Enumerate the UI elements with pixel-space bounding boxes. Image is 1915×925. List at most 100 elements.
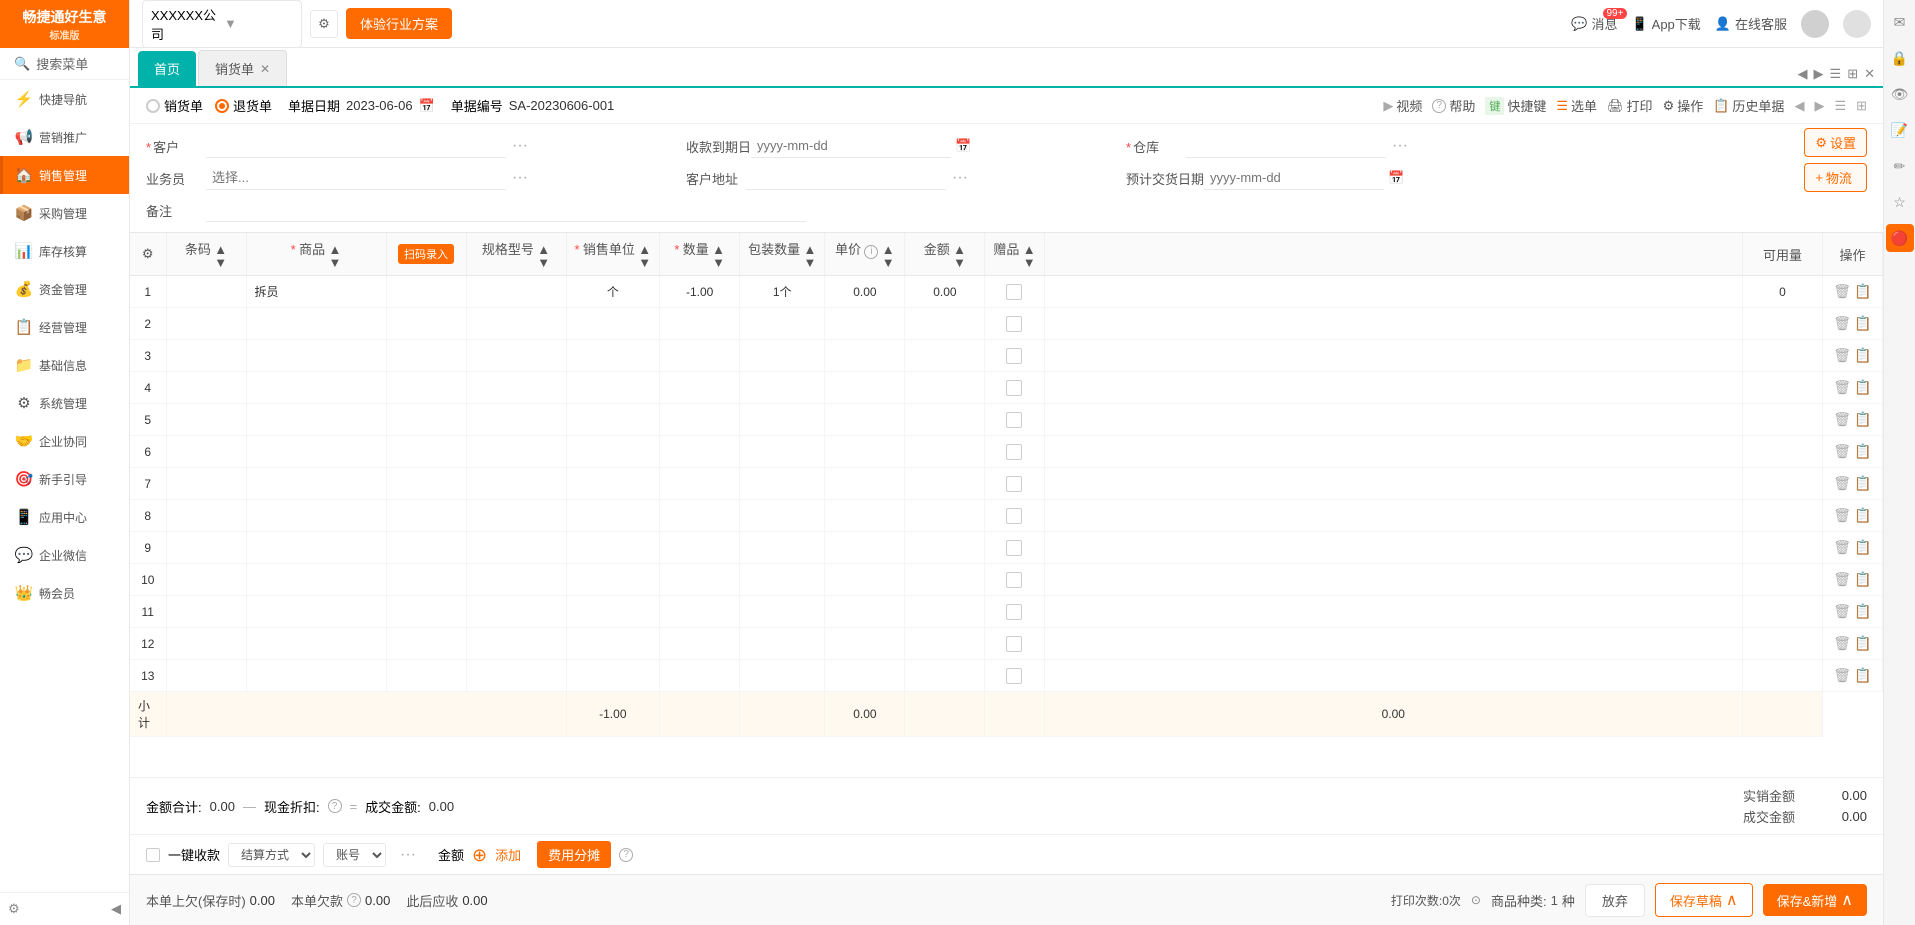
right-panel-note[interactable]: 📝 bbox=[1886, 116, 1914, 144]
abandon-button[interactable]: 放弃 bbox=[1585, 884, 1645, 917]
user-avatar[interactable] bbox=[1801, 10, 1829, 38]
copy-icon-7[interactable]: 📋 bbox=[1854, 475, 1871, 491]
cell-gift-12[interactable] bbox=[985, 628, 1044, 660]
owing-info-icon[interactable]: ? bbox=[347, 893, 361, 907]
gift-checkbox-3[interactable] bbox=[1006, 348, 1022, 364]
warehouse-input[interactable]: 建材仓 bbox=[1186, 134, 1386, 158]
tab-view-grid[interactable]: ⊞ bbox=[1847, 66, 1858, 82]
cell-barcode-13[interactable] bbox=[166, 660, 246, 692]
salesperson-dots[interactable]: ··· bbox=[506, 169, 534, 187]
cell-goods-6[interactable] bbox=[246, 436, 386, 468]
cell-qty-11[interactable] bbox=[660, 596, 740, 628]
gift-checkbox-5[interactable] bbox=[1006, 412, 1022, 428]
amount-sort[interactable]: ▲▼ bbox=[953, 243, 966, 269]
due-date-calendar-icon[interactable]: 📅 bbox=[951, 138, 975, 154]
cell-amount-12[interactable] bbox=[905, 628, 985, 660]
cell-qty-6[interactable] bbox=[660, 436, 740, 468]
copy-icon-9[interactable]: 📋 bbox=[1854, 539, 1871, 555]
cell-unit-13[interactable] bbox=[566, 660, 660, 692]
tab-sales-order[interactable]: 销货单 ✕ bbox=[198, 50, 287, 86]
view-grid-icon[interactable]: ⊞ bbox=[1856, 98, 1867, 114]
copy-icon-2[interactable]: 📋 bbox=[1854, 315, 1871, 331]
cell-price-3[interactable] bbox=[825, 340, 905, 372]
cell-barcode-1[interactable] bbox=[166, 276, 246, 308]
cell-spec-1[interactable] bbox=[466, 276, 566, 308]
remarks-input[interactable] bbox=[206, 198, 806, 222]
cell-spec-5[interactable] bbox=[466, 404, 566, 436]
cell-spec-9[interactable] bbox=[466, 532, 566, 564]
cell-spec-6[interactable] bbox=[466, 436, 566, 468]
message-button[interactable]: 💬 消息 99+ bbox=[1571, 14, 1617, 33]
cell-unit-11[interactable] bbox=[566, 596, 660, 628]
cell-barcode-6[interactable] bbox=[166, 436, 246, 468]
cell-price-1[interactable]: 0.00 bbox=[825, 276, 905, 308]
discount-info-icon[interactable]: ? bbox=[328, 799, 342, 813]
cell-qty-3[interactable] bbox=[660, 340, 740, 372]
right-panel-lock[interactable]: 🔒 bbox=[1886, 44, 1914, 72]
cell-price-5[interactable] bbox=[825, 404, 905, 436]
cell-qty-7[interactable] bbox=[660, 468, 740, 500]
cell-spec-13[interactable] bbox=[466, 660, 566, 692]
one-click-checkbox[interactable] bbox=[146, 848, 160, 862]
cell-gift-1[interactable] bbox=[985, 276, 1044, 308]
cell-amount-3[interactable] bbox=[905, 340, 985, 372]
cell-spec-11[interactable] bbox=[466, 596, 566, 628]
cell-pkg-7[interactable] bbox=[740, 468, 825, 500]
payment-method-select[interactable]: 结算方式 bbox=[228, 843, 315, 867]
app-download-button[interactable]: 📱 App下载 bbox=[1631, 14, 1700, 33]
copy-icon-11[interactable]: 📋 bbox=[1854, 603, 1871, 619]
tab-close-all[interactable]: ✕ bbox=[1864, 66, 1875, 82]
cell-price-8[interactable] bbox=[825, 500, 905, 532]
cell-pkg-10[interactable] bbox=[740, 564, 825, 596]
cell-amount-11[interactable] bbox=[905, 596, 985, 628]
sidebar-item-system[interactable]: ⚙ 系统管理 bbox=[0, 384, 129, 422]
cell-qty-13[interactable] bbox=[660, 660, 740, 692]
action-print[interactable]: 🖨 打印 bbox=[1607, 96, 1653, 115]
th-settings[interactable]: ⚙ bbox=[130, 233, 166, 276]
sidebar-item-operations[interactable]: 📋 经营管理 bbox=[0, 308, 129, 346]
right-panel-edit[interactable]: ✏ bbox=[1886, 152, 1914, 180]
action-shortcuts[interactable]: 键 快捷键 bbox=[1485, 96, 1546, 115]
cell-pkg-8[interactable] bbox=[740, 500, 825, 532]
cell-pkg-4[interactable] bbox=[740, 372, 825, 404]
copy-icon-12[interactable]: 📋 bbox=[1854, 635, 1871, 651]
cell-price-12[interactable] bbox=[825, 628, 905, 660]
online-service-button[interactable]: 👤 在线客服 bbox=[1715, 14, 1787, 33]
expense-split-button[interactable]: 费用分摊 bbox=[537, 841, 611, 868]
gift-checkbox-7[interactable] bbox=[1006, 476, 1022, 492]
action-operation[interactable]: ⚙ 操作 bbox=[1663, 96, 1704, 115]
cell-qty-10[interactable] bbox=[660, 564, 740, 596]
company-selector[interactable]: XXXXXX公司 ▼ bbox=[142, 0, 302, 48]
cell-price-11[interactable] bbox=[825, 596, 905, 628]
save-new-button[interactable]: 保存&新增 ∧ bbox=[1763, 884, 1867, 916]
price-info-icon[interactable]: i bbox=[864, 245, 878, 259]
cell-amount-8[interactable] bbox=[905, 500, 985, 532]
save-draft-button[interactable]: 保存草稿 ∧ bbox=[1655, 883, 1753, 917]
view-list-icon[interactable]: ☰ bbox=[1834, 98, 1846, 114]
payment-account-select[interactable]: 账号 bbox=[323, 843, 386, 867]
cell-pkg-11[interactable] bbox=[740, 596, 825, 628]
delete-icon-10[interactable]: 🗑 bbox=[1833, 571, 1851, 587]
cell-price-10[interactable] bbox=[825, 564, 905, 596]
cell-amount-2[interactable] bbox=[905, 308, 985, 340]
cell-spec-2[interactable] bbox=[466, 308, 566, 340]
cell-barcode-9[interactable] bbox=[166, 532, 246, 564]
barcode-sort[interactable]: ▲▼ bbox=[214, 243, 227, 269]
delete-icon-7[interactable]: 🗑 bbox=[1833, 475, 1851, 491]
tab-home[interactable]: 首页 bbox=[138, 51, 196, 86]
sidebar-item-quick-nav[interactable]: ⚡ 快捷导航 bbox=[0, 80, 129, 118]
action-select[interactable]: ☰ 选单 bbox=[1556, 96, 1597, 115]
cell-barcode-10[interactable] bbox=[166, 564, 246, 596]
cell-unit-5[interactable] bbox=[566, 404, 660, 436]
cell-qty-5[interactable] bbox=[660, 404, 740, 436]
delivery-date-input[interactable] bbox=[1204, 166, 1384, 190]
sidebar-item-apps[interactable]: 📱 应用中心 bbox=[0, 498, 129, 536]
user-avatar2[interactable] bbox=[1843, 10, 1871, 38]
radio-goods-type[interactable]: ⊙ bbox=[1471, 893, 1481, 907]
delete-icon-8[interactable]: 🗑 bbox=[1833, 507, 1851, 523]
cell-qty-2[interactable] bbox=[660, 308, 740, 340]
customer-address-input[interactable] bbox=[746, 166, 946, 190]
copy-icon-4[interactable]: 📋 bbox=[1854, 379, 1871, 395]
sidebar-item-finance[interactable]: 💰 资金管理 bbox=[0, 270, 129, 308]
sidebar-item-guide[interactable]: 🎯 新手引导 bbox=[0, 460, 129, 498]
